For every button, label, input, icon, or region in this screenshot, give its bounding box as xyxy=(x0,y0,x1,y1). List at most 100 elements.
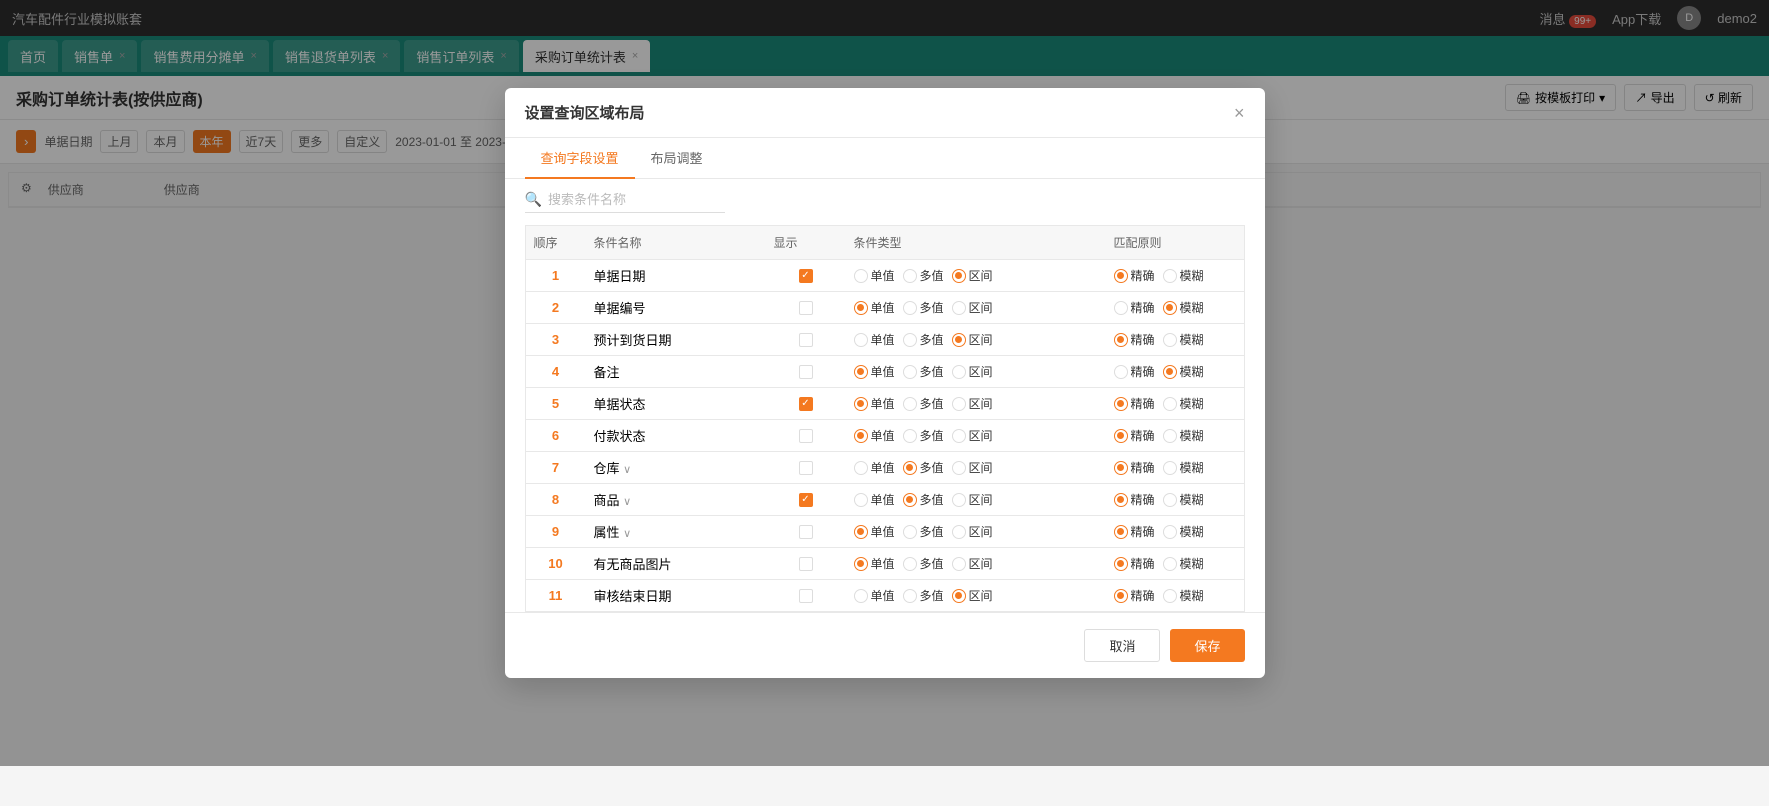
dialog-table: 顺序 条件名称 显示 条件类型 匹配原则 1单据日期单值多值区间精确模糊2单据编… xyxy=(505,225,1265,612)
radio-type-2[interactable]: 区间 xyxy=(952,523,993,540)
tab-layout-adjust[interactable]: 布局调整 xyxy=(635,138,719,179)
search-input[interactable] xyxy=(548,192,708,207)
radio-principle-0[interactable]: 精确 xyxy=(1114,491,1155,508)
radio-principle-0[interactable]: 精确 xyxy=(1114,299,1155,316)
cell-type: 单值多值区间 xyxy=(846,491,1106,508)
show-checkbox[interactable] xyxy=(799,365,813,379)
radio-type-2[interactable]: 区间 xyxy=(952,267,993,284)
radio-principle-0[interactable]: 精确 xyxy=(1114,459,1155,476)
radio-type-2[interactable]: 区间 xyxy=(952,299,993,316)
radio-circle-icon xyxy=(903,301,917,315)
radio-circle-icon xyxy=(854,525,868,539)
radio-principle-0[interactable]: 精确 xyxy=(1114,395,1155,412)
radio-principle-0[interactable]: 精确 xyxy=(1114,587,1155,604)
save-button[interactable]: 保存 xyxy=(1170,629,1244,662)
cell-name: 单据日期 xyxy=(586,266,766,285)
radio-principle-1[interactable]: 模糊 xyxy=(1163,363,1204,380)
radio-type-2[interactable]: 区间 xyxy=(952,363,993,380)
radio-type-2[interactable]: 区间 xyxy=(952,331,993,348)
radio-type-0[interactable]: 单值 xyxy=(854,267,895,284)
dialog-search-area: 🔍 xyxy=(505,179,1265,225)
radio-type-1[interactable]: 多值 xyxy=(903,395,944,412)
radio-principle-1[interactable]: 模糊 xyxy=(1163,587,1204,604)
radio-circle-icon xyxy=(952,301,966,315)
radio-circle-icon xyxy=(1114,429,1128,443)
radio-principle-1[interactable]: 模糊 xyxy=(1163,299,1204,316)
show-checkbox[interactable] xyxy=(799,525,813,539)
table-row: 2单据编号单值多值区间精确模糊 xyxy=(525,292,1245,324)
radio-principle-1[interactable]: 模糊 xyxy=(1163,427,1204,444)
radio-type-0[interactable]: 单值 xyxy=(854,491,895,508)
radio-principle-0[interactable]: 精确 xyxy=(1114,427,1155,444)
radio-circle-icon xyxy=(952,461,966,475)
radio-circle-icon xyxy=(952,333,966,347)
radio-circle-icon xyxy=(1114,525,1128,539)
tab-query-fields[interactable]: 查询字段设置 xyxy=(525,138,635,179)
radio-type-1[interactable]: 多值 xyxy=(903,587,944,604)
dialog-footer: 取消 保存 xyxy=(505,612,1265,678)
radio-circle-icon xyxy=(854,333,868,347)
cell-name: 仓库 ∨ xyxy=(586,458,766,477)
radio-principle-0[interactable]: 精确 xyxy=(1114,363,1155,380)
radio-type-0[interactable]: 单值 xyxy=(854,363,895,380)
radio-principle-1[interactable]: 模糊 xyxy=(1163,491,1204,508)
radio-type-1[interactable]: 多值 xyxy=(903,299,944,316)
radio-principle-1[interactable]: 模糊 xyxy=(1163,267,1204,284)
radio-principle-1[interactable]: 模糊 xyxy=(1163,459,1204,476)
show-checkbox[interactable] xyxy=(799,429,813,443)
show-checkbox[interactable] xyxy=(799,493,813,507)
radio-type-1[interactable]: 多值 xyxy=(903,459,944,476)
radio-type-2[interactable]: 区间 xyxy=(952,459,993,476)
radio-circle-icon xyxy=(1163,525,1177,539)
cell-show xyxy=(766,333,846,347)
radio-circle-icon xyxy=(854,269,868,283)
radio-circle-icon xyxy=(854,589,868,603)
radio-principle-1[interactable]: 模糊 xyxy=(1163,523,1204,540)
radio-type-0[interactable]: 单值 xyxy=(854,331,895,348)
show-checkbox[interactable] xyxy=(799,557,813,571)
radio-type-1[interactable]: 多值 xyxy=(903,555,944,572)
radio-type-0[interactable]: 单值 xyxy=(854,587,895,604)
radio-type-2[interactable]: 区间 xyxy=(952,587,993,604)
radio-circle-icon xyxy=(952,557,966,571)
radio-type-0[interactable]: 单值 xyxy=(854,427,895,444)
radio-type-1[interactable]: 多值 xyxy=(903,267,944,284)
radio-circle-icon xyxy=(1114,461,1128,475)
show-checkbox[interactable] xyxy=(799,461,813,475)
radio-principle-0[interactable]: 精确 xyxy=(1114,331,1155,348)
radio-circle-icon xyxy=(1163,589,1177,603)
radio-principle-1[interactable]: 模糊 xyxy=(1163,331,1204,348)
radio-type-1[interactable]: 多值 xyxy=(903,491,944,508)
radio-type-0[interactable]: 单值 xyxy=(854,523,895,540)
radio-type-2[interactable]: 区间 xyxy=(952,491,993,508)
cell-name: 单据编号 xyxy=(586,298,766,317)
radio-principle-1[interactable]: 模糊 xyxy=(1163,555,1204,572)
radio-type-2[interactable]: 区间 xyxy=(952,395,993,412)
show-checkbox[interactable] xyxy=(799,269,813,283)
show-checkbox[interactable] xyxy=(799,333,813,347)
radio-type-1[interactable]: 多值 xyxy=(903,331,944,348)
cancel-button[interactable]: 取消 xyxy=(1084,629,1160,662)
dialog-close-button[interactable]: × xyxy=(1234,104,1245,122)
radio-principle-1[interactable]: 模糊 xyxy=(1163,395,1204,412)
radio-circle-icon xyxy=(1114,269,1128,283)
show-checkbox[interactable] xyxy=(799,589,813,603)
radio-circle-icon xyxy=(854,301,868,315)
cell-type: 单值多值区间 xyxy=(846,395,1106,412)
radio-type-2[interactable]: 区间 xyxy=(952,555,993,572)
radio-circle-icon xyxy=(903,333,917,347)
show-checkbox[interactable] xyxy=(799,301,813,315)
radio-type-0[interactable]: 单值 xyxy=(854,299,895,316)
radio-type-1[interactable]: 多值 xyxy=(903,363,944,380)
cell-name: 付款状态 xyxy=(586,426,766,445)
radio-principle-0[interactable]: 精确 xyxy=(1114,267,1155,284)
show-checkbox[interactable] xyxy=(799,397,813,411)
radio-type-0[interactable]: 单值 xyxy=(854,395,895,412)
radio-type-0[interactable]: 单值 xyxy=(854,555,895,572)
radio-principle-0[interactable]: 精确 xyxy=(1114,555,1155,572)
radio-type-1[interactable]: 多值 xyxy=(903,523,944,540)
radio-type-1[interactable]: 多值 xyxy=(903,427,944,444)
radio-principle-0[interactable]: 精确 xyxy=(1114,523,1155,540)
radio-type-0[interactable]: 单值 xyxy=(854,459,895,476)
radio-type-2[interactable]: 区间 xyxy=(952,427,993,444)
